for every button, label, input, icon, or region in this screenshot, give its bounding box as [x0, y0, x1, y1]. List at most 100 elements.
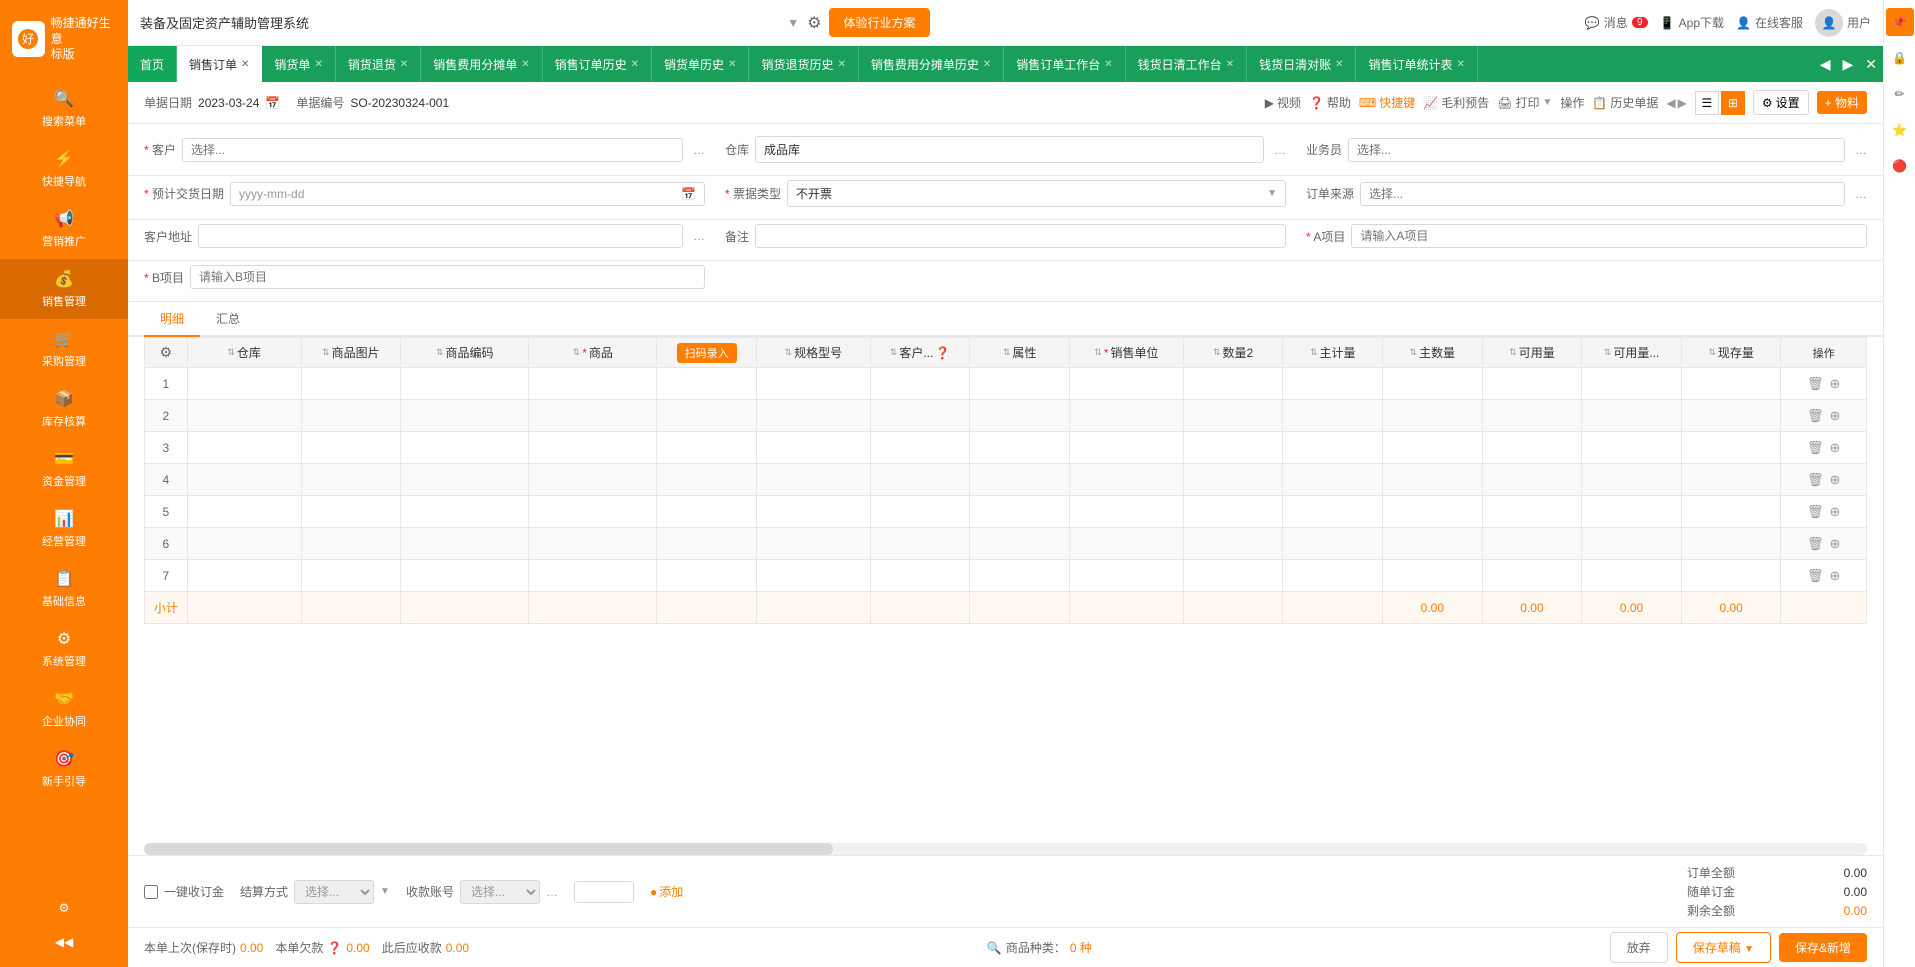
table-cell[interactable]	[1681, 400, 1781, 432]
table-cell[interactable]	[401, 496, 529, 528]
table-cell[interactable]	[1183, 432, 1283, 464]
table-cell[interactable]	[1681, 528, 1781, 560]
tab-close-icon[interactable]: ✕	[1335, 59, 1343, 70]
copy-icon[interactable]: ⊕	[1830, 376, 1841, 392]
save-draft-button[interactable]: 保存草稿 ▼	[1676, 932, 1771, 963]
tab-return-history[interactable]: 销货退货历史 ✕	[749, 46, 858, 82]
warehouse-select[interactable]: 成品库	[755, 136, 1264, 163]
view-video-button[interactable]: ▶ 视频	[1265, 94, 1301, 111]
user-menu[interactable]: 👤 用户	[1815, 9, 1871, 37]
table-cell[interactable]	[1383, 432, 1483, 464]
delete-icon[interactable]: 🗑	[1807, 472, 1824, 488]
tab-expense-split[interactable]: 销售费用分摊单 ✕	[421, 46, 542, 82]
table-cell[interactable]	[1283, 400, 1383, 432]
grid-layout-button[interactable]: ⊞	[1721, 91, 1745, 115]
sidebar-item-finance[interactable]: 💳 资金管理	[0, 439, 128, 499]
online-service-button[interactable]: 👤 在线客服	[1736, 14, 1803, 31]
table-cell[interactable]	[1283, 560, 1383, 592]
table-cell[interactable]	[1283, 528, 1383, 560]
help-button[interactable]: ❓ 帮助	[1309, 94, 1351, 111]
horizontal-scrollbar[interactable]	[144, 843, 1867, 855]
date-picker-icon[interactable]: 📅	[681, 187, 696, 201]
table-cell[interactable]	[1183, 464, 1283, 496]
delete-icon[interactable]: 🗑	[1807, 568, 1824, 584]
tab-sales-order[interactable]: 销售订单 ✕	[177, 46, 262, 82]
next-record-icon[interactable]: ▶	[1678, 96, 1687, 110]
copy-icon[interactable]: ⊕	[1830, 568, 1841, 584]
table-cell[interactable]	[1582, 560, 1682, 592]
tab-close-icon[interactable]: ✕	[241, 59, 249, 70]
sidebar-item-purchase[interactable]: 🛒 采购管理	[0, 319, 128, 379]
table-cell[interactable]	[1069, 400, 1183, 432]
table-cell[interactable]	[1582, 400, 1682, 432]
table-cell[interactable]	[401, 400, 529, 432]
table-cell[interactable]	[970, 496, 1070, 528]
table-cell[interactable]	[187, 528, 301, 560]
table-cell[interactable]	[970, 560, 1070, 592]
table-cell[interactable]	[187, 496, 301, 528]
prev-record-icon[interactable]: ◀	[1666, 96, 1675, 110]
table-cell[interactable]	[529, 464, 657, 496]
table-cell[interactable]	[756, 368, 870, 400]
table-cell[interactable]	[1183, 368, 1283, 400]
tab-sales-invoice[interactable]: 销货单 ✕	[262, 46, 335, 82]
table-cell[interactable]	[401, 464, 529, 496]
table-cell[interactable]	[1482, 368, 1582, 400]
sidebar-item-system[interactable]: ⚙ 系统管理	[0, 619, 128, 679]
table-cell[interactable]	[1681, 496, 1781, 528]
table-cell[interactable]	[401, 368, 529, 400]
settings-icon[interactable]: ⚙	[160, 344, 173, 360]
scroll-thumb[interactable]	[144, 843, 833, 855]
table-cell[interactable]	[657, 560, 757, 592]
table-cell[interactable]	[970, 400, 1070, 432]
add-payment-button[interactable]: ● 添加	[650, 883, 683, 900]
table-cell[interactable]	[187, 464, 301, 496]
copy-icon[interactable]: ⊕	[1830, 536, 1841, 552]
table-cell[interactable]	[870, 368, 970, 400]
table-cell[interactable]	[1283, 432, 1383, 464]
table-cell[interactable]	[1482, 560, 1582, 592]
table-cell[interactable]	[756, 464, 870, 496]
table-cell[interactable]	[1383, 528, 1483, 560]
messages-button[interactable]: 💬 消息 9	[1585, 14, 1648, 31]
table-cell[interactable]	[301, 528, 401, 560]
table-cell[interactable]	[657, 432, 757, 464]
table-cell[interactable]	[756, 496, 870, 528]
table-cell[interactable]	[1069, 464, 1183, 496]
order-source-more-icon[interactable]: …	[1855, 187, 1867, 201]
tab-close-icon[interactable]: ✕	[400, 59, 408, 70]
sidebar-item-search[interactable]: 🔍 搜索菜单	[0, 79, 128, 139]
tab-sales-return[interactable]: 销货退货 ✕	[336, 46, 421, 82]
table-cell[interactable]	[870, 528, 970, 560]
table-cell[interactable]	[187, 400, 301, 432]
table-cell[interactable]	[1283, 368, 1383, 400]
right-panel-icon-2[interactable]: 🔒	[1886, 44, 1914, 72]
copy-icon[interactable]: ⊕	[1830, 408, 1841, 424]
table-cell[interactable]	[1183, 496, 1283, 528]
order-source-input[interactable]	[1360, 182, 1845, 206]
table-cell[interactable]	[301, 400, 401, 432]
table-cell[interactable]	[187, 432, 301, 464]
table-cell[interactable]	[1383, 400, 1483, 432]
table-cell[interactable]	[657, 496, 757, 528]
table-cell[interactable]	[1582, 464, 1682, 496]
table-cell[interactable]	[401, 560, 529, 592]
solution-button[interactable]: 体验行业方案	[829, 8, 929, 37]
right-panel-icon-3[interactable]: ✏	[1886, 80, 1914, 108]
system-dropdown-icon[interactable]: ▼	[787, 16, 799, 30]
tab-close-icon[interactable]: ✕	[1104, 59, 1112, 70]
table-cell[interactable]	[756, 400, 870, 432]
remarks-input[interactable]	[755, 224, 1286, 248]
table-cell[interactable]	[1681, 432, 1781, 464]
sidebar-item-marketing[interactable]: 📢 营销推广	[0, 199, 128, 259]
sidebar-item-sales[interactable]: 💰 销售管理	[0, 259, 128, 319]
settlement-select[interactable]: 选择...	[294, 880, 374, 904]
table-cell[interactable]	[529, 400, 657, 432]
table-cell[interactable]	[657, 368, 757, 400]
list-layout-button[interactable]: ☰	[1695, 91, 1719, 115]
save-new-button[interactable]: 保存&新增	[1779, 933, 1867, 962]
delete-icon[interactable]: 🗑	[1807, 440, 1824, 456]
tab-summary[interactable]: 汇总	[200, 302, 256, 335]
table-cell[interactable]	[301, 560, 401, 592]
table-cell[interactable]	[187, 368, 301, 400]
